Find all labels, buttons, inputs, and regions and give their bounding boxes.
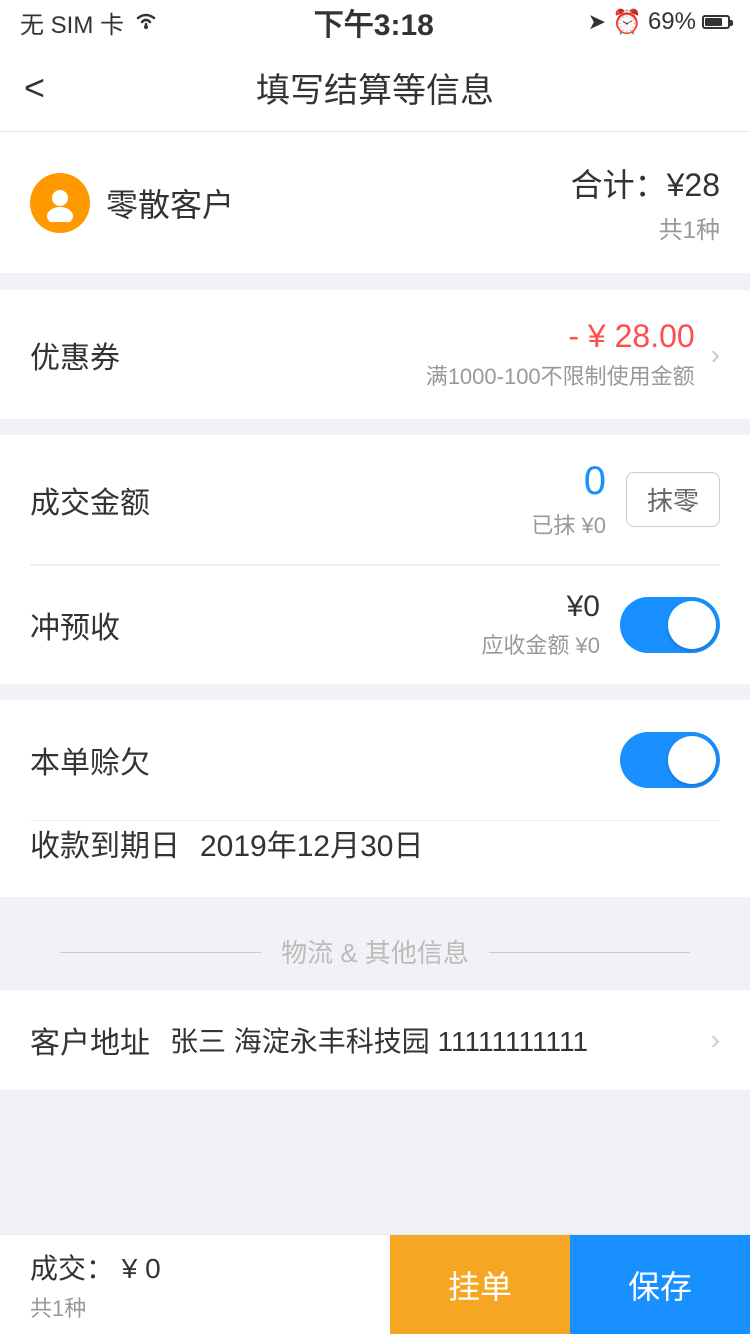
coupon-desc: 满1000-100不限制使用金额 [426, 359, 695, 391]
debt-toggle[interactable] [620, 732, 720, 788]
pre-received-amount: ¥0 [481, 590, 600, 624]
logistics-divider: 物流 & 其他信息 [0, 913, 750, 990]
transaction-right: 0 已抹 ¥0 抹零 [531, 459, 720, 540]
logistics-label: 物流 & 其他信息 [261, 938, 489, 968]
debt-toggle-knob [668, 736, 716, 784]
pre-received-right: ¥0 应收金额 ¥0 [481, 590, 720, 660]
coupon-chevron-icon: › [711, 339, 720, 371]
customer-name: 零散客户 [106, 180, 234, 226]
bottom-spacer [0, 1106, 750, 1226]
debt-toggle-row: 本单赊欠 [30, 700, 720, 820]
transaction-value-group: 0 已抹 ¥0 [531, 459, 606, 540]
customer-left: 零散客户 [30, 173, 234, 233]
nav-bar: < 填写结算等信息 [0, 44, 750, 132]
debt-section: 本单赊欠 收款到期日 2019年12月30日 [0, 700, 750, 897]
bottom-bar: 成交： ¥ 0 共1种 挂单 保存 [0, 1234, 750, 1334]
toggle-knob [668, 601, 716, 649]
status-right: ➤ ⏰ 69% [588, 8, 730, 37]
carrier-label: 无 SIM 卡 [20, 5, 124, 40]
avatar [30, 173, 90, 233]
pre-received-row: 冲预收 ¥0 应收金额 ¥0 [30, 565, 720, 684]
coupon-amount: - ¥ 28.00 [426, 318, 695, 355]
battery-icon [702, 15, 730, 29]
total-count: 共1种 [571, 210, 720, 245]
address-value: 张三 海淀永丰科技园 11111111111 [170, 1020, 711, 1060]
deal-amount: ¥ 0 [122, 1253, 161, 1284]
address-section[interactable]: 客户地址 张三 海淀永丰科技园 11111111111 › [0, 990, 750, 1090]
hang-order-button[interactable]: 挂单 [390, 1235, 570, 1334]
transaction-value: 0 [584, 459, 606, 503]
debt-date-value: 2019年12月30日 [200, 821, 423, 865]
logistics-header: 物流 & 其他信息 [0, 933, 750, 970]
alarm-icon: ⏰ [612, 8, 642, 37]
transaction-sub: 已抹 ¥0 [531, 508, 606, 540]
customer-section: 零散客户 合计：¥28 共1种 [0, 132, 750, 273]
round-zero-button[interactable]: 抹零 [626, 472, 720, 527]
address-chevron-icon: › [711, 1024, 720, 1056]
back-button[interactable]: < [24, 67, 45, 109]
time-label: 下午3:18 [314, 0, 434, 44]
save-button[interactable]: 保存 [570, 1235, 750, 1334]
pre-received-sub: 应收金额 ¥0 [481, 628, 600, 660]
debt-label: 本单赊欠 [30, 738, 150, 782]
coupon-section[interactable]: 优惠券 - ¥ 28.00 满1000-100不限制使用金额 › [0, 289, 750, 419]
bottom-count: 共1种 [30, 1291, 360, 1323]
bottom-deal: 成交： ¥ 0 [30, 1247, 360, 1287]
transaction-label: 成交金额 [30, 478, 150, 522]
wifi-icon [132, 8, 160, 37]
coupon-label: 优惠券 [30, 333, 120, 377]
debt-date-row: 收款到期日 2019年12月30日 [30, 821, 720, 897]
coupon-values: - ¥ 28.00 满1000-100不限制使用金额 [426, 318, 695, 391]
coupon-right: - ¥ 28.00 满1000-100不限制使用金额 › [426, 318, 720, 391]
total-price: 合计：¥28 [571, 160, 720, 206]
customer-row: 零散客户 合计：¥28 共1种 [0, 132, 750, 273]
status-bar: 无 SIM 卡 下午3:18 ➤ ⏰ 69% [0, 0, 750, 44]
pre-received-values: ¥0 应收金额 ¥0 [481, 590, 600, 660]
address-row[interactable]: 客户地址 张三 海淀永丰科技园 11111111111 › [0, 990, 750, 1090]
customer-total: 合计：¥28 共1种 [571, 160, 720, 245]
transaction-row: 成交金额 0 已抹 ¥0 抹零 [30, 435, 720, 564]
amount-section: 成交金额 0 已抹 ¥0 抹零 冲预收 ¥0 应收金额 ¥0 [0, 435, 750, 684]
coupon-row[interactable]: 优惠券 - ¥ 28.00 满1000-100不限制使用金额 › [0, 289, 750, 419]
pre-received-label: 冲预收 [30, 603, 120, 647]
pre-received-toggle[interactable] [620, 597, 720, 653]
debt-date-label: 收款到期日 [30, 821, 180, 865]
battery-percent: 69% [648, 8, 696, 36]
location-icon: ➤ [588, 9, 606, 35]
status-left: 无 SIM 卡 [20, 5, 160, 40]
address-label: 客户地址 [30, 1018, 150, 1062]
bottom-summary: 成交： ¥ 0 共1种 [0, 1247, 390, 1323]
deal-label: 成交： [30, 1253, 114, 1284]
page-title: 填写结算等信息 [256, 63, 494, 112]
